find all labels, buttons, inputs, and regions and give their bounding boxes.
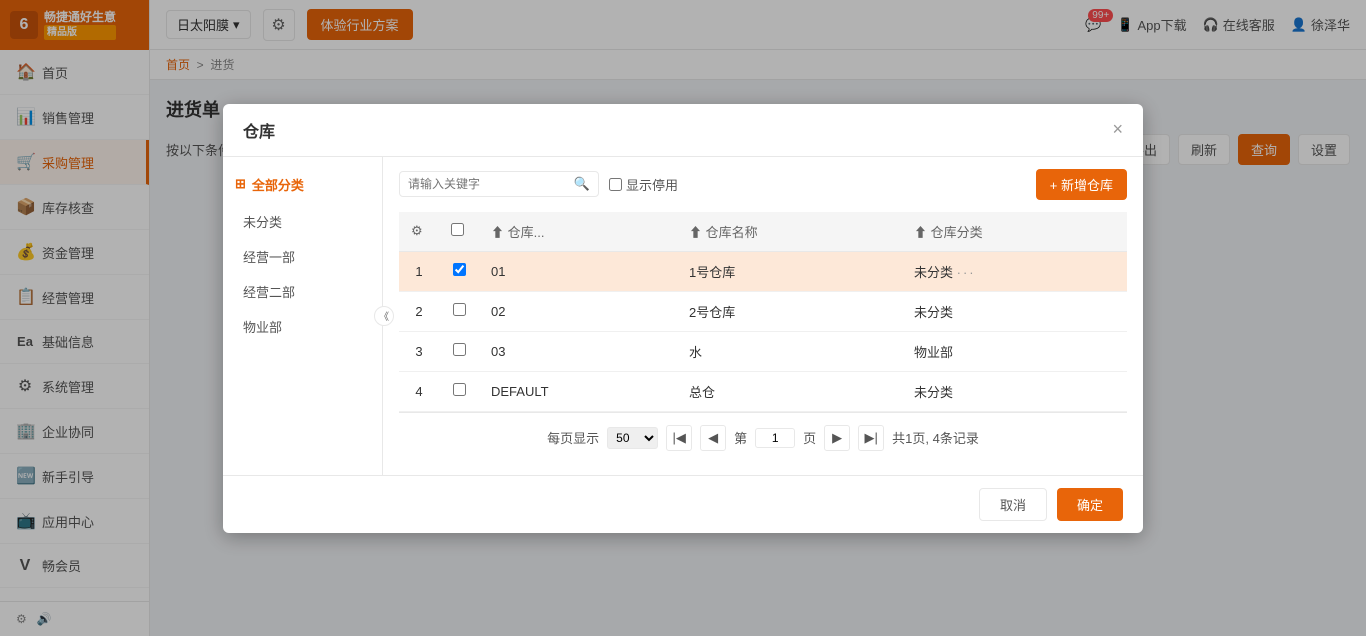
row-category: 未分类 <box>902 371 1127 411</box>
row-name: 总仓 <box>677 371 902 411</box>
modal-close-button[interactable]: × <box>1112 119 1123 140</box>
tree-header[interactable]: ⊞ 全部分类 <box>223 169 382 200</box>
tree-item-dept1[interactable]: 经营一部 <box>223 239 382 274</box>
modal-overlay: 仓库 × ⊞ 全部分类 《 未分类 经营一部 经营二部 物业部 <box>150 0 1366 636</box>
modal-body: ⊞ 全部分类 《 未分类 经营一部 经营二部 物业部 🔍 <box>223 157 1143 475</box>
row-checkbox-cell <box>439 331 479 371</box>
page-size-selector[interactable]: 50 100 <box>607 427 658 449</box>
warehouse-table: ⚙ ⬆ 仓库... ⬆ 仓库名称 <box>399 212 1127 412</box>
category-tree-panel: ⊞ 全部分类 《 未分类 经营一部 经营二部 物业部 <box>223 157 383 475</box>
table-row[interactable]: 2 02 2号仓库 未分类 <box>399 291 1127 331</box>
search-icon[interactable]: 🔍 <box>574 176 590 192</box>
row-code: DEFAULT <box>479 371 677 411</box>
search-input[interactable] <box>408 177 568 191</box>
search-box: 🔍 <box>399 171 599 197</box>
grid-icon: ⊞ <box>235 176 246 192</box>
modal-title: 仓库 <box>243 118 275 142</box>
row-checkbox[interactable] <box>453 263 466 276</box>
cancel-button[interactable]: 取消 <box>979 488 1047 521</box>
table-container: ⚙ ⬆ 仓库... ⬆ 仓库名称 <box>399 212 1127 412</box>
next-page-button[interactable]: ▶ <box>824 425 850 451</box>
row-checkbox-cell <box>439 291 479 331</box>
row-number: 2 <box>399 291 439 331</box>
col-name: ⬆ 仓库名称 <box>677 212 902 252</box>
row-number: 3 <box>399 331 439 371</box>
col-code: ⬆ 仓库... <box>479 212 677 252</box>
per-page-label: 每页显示 <box>547 428 599 447</box>
tree-item-uncategorized[interactable]: 未分类 <box>223 204 382 239</box>
sort-icon-cat: ⬆ <box>914 225 927 240</box>
pagination-bar: 每页显示 50 100 |◀ ◀ 第 页 ▶ ▶| <box>399 412 1127 463</box>
row-number: 4 <box>399 371 439 411</box>
page-label: 第 <box>734 428 747 447</box>
confirm-button[interactable]: 确定 <box>1057 488 1123 521</box>
row-category: 未分类 <box>902 291 1127 331</box>
row-code: 01 <box>479 251 677 291</box>
warehouse-content-panel: 🔍 显示停用 + 新增仓库 ⚙ <box>383 157 1143 475</box>
page-size-select[interactable]: 50 100 <box>607 427 658 449</box>
tree-item-dept2[interactable]: 经营二部 <box>223 274 382 309</box>
warehouse-table-body: 1 01 1号仓库 未分类 ··· 2 02 2号仓库 未分类 3 03 水 物… <box>399 251 1127 411</box>
row-checkbox[interactable] <box>453 303 466 316</box>
row-category: 未分类 ··· <box>902 251 1127 291</box>
show-disabled-checkbox[interactable]: 显示停用 <box>609 175 678 194</box>
row-category: 物业部 <box>902 331 1127 371</box>
row-checkbox[interactable] <box>453 343 466 356</box>
sort-icon-name: ⬆ <box>689 225 702 240</box>
prev-page-button[interactable]: ◀ <box>700 425 726 451</box>
table-row[interactable]: 1 01 1号仓库 未分类 ··· <box>399 251 1127 291</box>
tree-item-property[interactable]: 物业部 <box>223 309 382 344</box>
modal-header: 仓库 × <box>223 104 1143 157</box>
modal-toolbar: 🔍 显示停用 + 新增仓库 <box>399 169 1127 200</box>
row-number: 1 <box>399 251 439 291</box>
col-category: ⬆ 仓库分类 <box>902 212 1127 252</box>
table-row[interactable]: 3 03 水 物业部 <box>399 331 1127 371</box>
col-settings: ⚙ <box>399 212 439 252</box>
col-checkbox <box>439 212 479 252</box>
row-checkbox[interactable] <box>453 383 466 396</box>
modal-footer: 取消 确定 <box>223 475 1143 533</box>
row-code: 02 <box>479 291 677 331</box>
page-unit: 页 <box>803 428 816 447</box>
table-header-row: ⚙ ⬆ 仓库... ⬆ 仓库名称 <box>399 212 1127 252</box>
page-number-input[interactable] <box>755 428 795 448</box>
warehouse-modal: 仓库 × ⊞ 全部分类 《 未分类 经营一部 经营二部 物业部 <box>223 104 1143 533</box>
show-disabled-input[interactable] <box>609 178 622 191</box>
tree-header-label: 全部分类 <box>252 175 304 194</box>
row-name: 水 <box>677 331 902 371</box>
row-checkbox-cell <box>439 371 479 411</box>
table-row[interactable]: 4 DEFAULT 总仓 未分类 <box>399 371 1127 411</box>
add-warehouse-button[interactable]: + 新增仓库 <box>1036 169 1127 200</box>
row-actions-button[interactable]: ··· <box>957 265 976 280</box>
row-checkbox-cell <box>439 251 479 291</box>
tree-collapse-button[interactable]: 《 <box>374 306 394 326</box>
total-info: 共1页, 4条记录 <box>892 428 979 447</box>
select-all-checkbox[interactable] <box>451 223 464 236</box>
last-page-button[interactable]: ▶| <box>858 425 884 451</box>
first-page-button[interactable]: |◀ <box>666 425 692 451</box>
row-name: 2号仓库 <box>677 291 902 331</box>
row-name: 1号仓库 <box>677 251 902 291</box>
row-code: 03 <box>479 331 677 371</box>
sort-icon: ⬆ <box>491 225 504 240</box>
main-area: 日太阳膜 ▾ ⚙ 体验行业方案 💬 99+ 📱 App下载 🎧 在线客服 👤 徐… <box>150 0 1366 636</box>
